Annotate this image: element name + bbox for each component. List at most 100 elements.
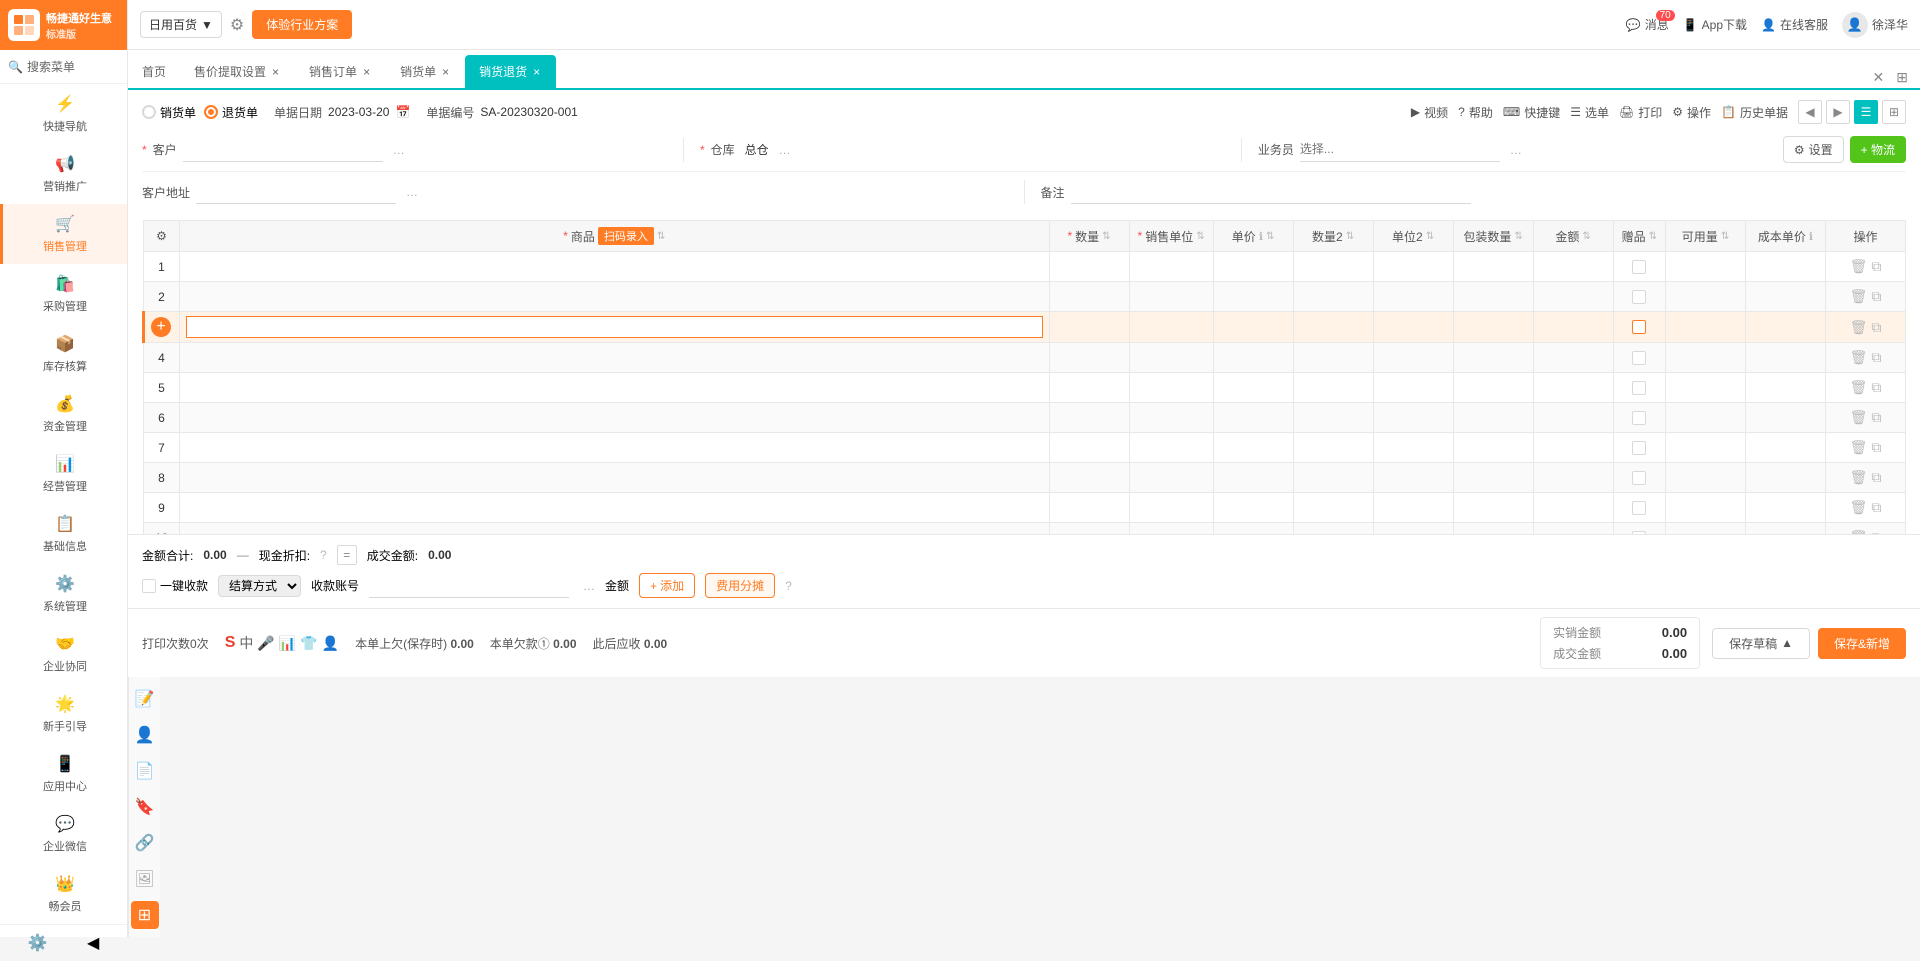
- customer-more-btn[interactable]: …: [393, 143, 405, 157]
- prev-btn[interactable]: ◀: [1798, 100, 1822, 124]
- operation-btn[interactable]: ⚙ 操作: [1672, 104, 1711, 121]
- copy-row[interactable]: ⧉: [1871, 499, 1881, 516]
- sidebar-item-sales[interactable]: 🛒 销售管理: [0, 204, 127, 264]
- row-qty2-2[interactable]: [1293, 282, 1373, 312]
- row-pkgqty-1[interactable]: [1453, 252, 1533, 282]
- date-value[interactable]: 2023-03-20: [328, 105, 389, 119]
- sidebar-item-operations[interactable]: 📊 经营管理: [0, 444, 127, 504]
- row-price-2[interactable]: [1213, 282, 1293, 312]
- row-cost-1[interactable]: [1746, 252, 1826, 282]
- row-product-3[interactable]: [180, 312, 1050, 343]
- row-unit-3[interactable]: [1129, 312, 1213, 343]
- rp-person-icon[interactable]: 👤: [131, 721, 159, 749]
- sidebar-item-guide[interactable]: 🌟 新手引导: [0, 684, 127, 744]
- question-icon[interactable]: ?: [320, 548, 327, 562]
- scan-btn[interactable]: 扫码录入: [598, 227, 654, 245]
- row-amount-2[interactable]: [1533, 282, 1613, 312]
- address-input[interactable]: [196, 180, 396, 204]
- user-item[interactable]: 👤 徐泽华: [1842, 12, 1908, 38]
- grid-view-btn[interactable]: ☰: [1854, 100, 1878, 124]
- app-download-item[interactable]: 📱 App下载: [1683, 16, 1747, 33]
- copy-row[interactable]: ⧉: [1871, 409, 1881, 426]
- tab-sales-close[interactable]: ×: [440, 65, 451, 79]
- tab-sales-return-close[interactable]: ×: [531, 65, 542, 79]
- account-more-btn[interactable]: …: [583, 579, 595, 593]
- industry-select[interactable]: 日用百货 ▼: [140, 11, 222, 38]
- row-unit2-1[interactable]: [1373, 252, 1453, 282]
- select-btn[interactable]: ☰ 选单: [1570, 104, 1609, 121]
- row-unit-2[interactable]: [1129, 282, 1213, 312]
- row-pkgqty-2[interactable]: [1453, 282, 1533, 312]
- row-amount-1[interactable]: [1533, 252, 1613, 282]
- gift-checkbox[interactable]: [1632, 441, 1646, 455]
- row-product-2[interactable]: [180, 282, 1050, 312]
- save-draft-btn[interactable]: 保存草稿 ▲: [1712, 628, 1810, 659]
- rp-doc-icon[interactable]: 📄: [131, 757, 159, 785]
- delete-row[interactable]: 🗑: [1850, 349, 1868, 366]
- copy-row-3[interactable]: ⧉: [1871, 319, 1881, 336]
- tab-sales-order-close[interactable]: ×: [361, 65, 372, 79]
- gift-checkbox[interactable]: [1632, 471, 1646, 485]
- tab-close-all-btn[interactable]: ✕: [1869, 67, 1889, 88]
- settings-gear-icon[interactable]: ⚙: [230, 15, 244, 35]
- unit2-sort-icon[interactable]: ⇅: [1426, 231, 1434, 242]
- settings-btn[interactable]: ⚙ 设置: [1783, 136, 1844, 163]
- delete-row-3[interactable]: 🗑: [1850, 319, 1868, 336]
- customer-input[interactable]: [183, 138, 383, 162]
- sidebar-item-purchase[interactable]: 🛍️ 采购管理: [0, 264, 127, 324]
- address-more-btn[interactable]: …: [406, 185, 418, 199]
- row-price-1[interactable]: [1213, 252, 1293, 282]
- row-avail-3[interactable]: [1666, 312, 1746, 343]
- staff-more-btn[interactable]: …: [1510, 143, 1522, 157]
- row-cost-3[interactable]: [1746, 312, 1826, 343]
- avail-sort-icon[interactable]: ⇅: [1721, 231, 1729, 242]
- rp-image-icon[interactable]: 🖼: [131, 865, 159, 893]
- row-unit-1[interactable]: [1129, 252, 1213, 282]
- video-btn[interactable]: ▶ 视频: [1411, 104, 1448, 121]
- account-no-input[interactable]: [369, 574, 569, 598]
- row-product-1[interactable]: [180, 252, 1050, 282]
- staff-input[interactable]: [1300, 138, 1500, 162]
- sidebar-item-wechat[interactable]: 💬 企业微信: [0, 804, 127, 864]
- row-qty-3[interactable]: [1049, 312, 1129, 343]
- row-cost-2[interactable]: [1746, 282, 1826, 312]
- sidebar-item-app-center[interactable]: 📱 应用中心: [0, 744, 127, 804]
- rp-link-icon[interactable]: 🔗: [131, 829, 159, 857]
- th-gear[interactable]: ⚙: [144, 221, 180, 252]
- row-pkgqty-3[interactable]: [1453, 312, 1533, 343]
- gift-checkbox[interactable]: [1632, 411, 1646, 425]
- copy-row[interactable]: ⧉: [1871, 469, 1881, 486]
- settings-icon[interactable]: ⚙️: [28, 933, 48, 953]
- delete-row[interactable]: 🗑: [1850, 439, 1868, 456]
- qty-sort-icon[interactable]: ⇅: [1102, 231, 1110, 242]
- row-gift-2[interactable]: [1613, 282, 1665, 312]
- delete-row[interactable]: 🗑: [1850, 409, 1868, 426]
- gift-checkbox-3[interactable]: [1632, 320, 1646, 334]
- shortcut-btn[interactable]: ⌨ 快捷键: [1503, 104, 1560, 121]
- row-qty2-3[interactable]: [1293, 312, 1373, 343]
- draft-dropdown-icon[interactable]: ▲: [1781, 636, 1793, 650]
- sidebar-item-system[interactable]: ⚙️ 系统管理: [0, 564, 127, 624]
- sidebar-item-member[interactable]: 👑 畅会员: [0, 864, 127, 924]
- copy-row[interactable]: ⧉: [1871, 379, 1881, 396]
- row-price-3[interactable]: [1213, 312, 1293, 343]
- row-qty2-1[interactable]: [1293, 252, 1373, 282]
- list-view-btn[interactable]: ⊞: [1882, 100, 1906, 124]
- logistics-btn[interactable]: + 物流: [1850, 136, 1906, 163]
- radio-sales[interactable]: 销货单: [142, 104, 196, 121]
- sidebar-item-enterprise[interactable]: 🤝 企业协同: [0, 624, 127, 684]
- tab-price-extract[interactable]: 售价提取设置 ×: [180, 55, 295, 88]
- trial-btn[interactable]: 体验行业方案: [252, 10, 352, 39]
- eq-icon[interactable]: =: [337, 545, 357, 565]
- copy-row-1[interactable]: ⧉: [1871, 258, 1881, 275]
- row-avail-1[interactable]: [1666, 252, 1746, 282]
- sidebar-item-finance[interactable]: 💰 资金管理: [0, 384, 127, 444]
- sidebar-item-basic-info[interactable]: 📋 基础信息: [0, 504, 127, 564]
- row-qty-1[interactable]: [1049, 252, 1129, 282]
- unit-sort-icon[interactable]: ⇅: [1196, 231, 1204, 242]
- help-btn[interactable]: ? 帮助: [1458, 104, 1493, 121]
- warehouse-more-btn[interactable]: …: [779, 143, 791, 157]
- save-new-btn[interactable]: 保存&新增: [1818, 628, 1906, 659]
- row-avail-2[interactable]: [1666, 282, 1746, 312]
- payment-checkbox[interactable]: [142, 579, 156, 593]
